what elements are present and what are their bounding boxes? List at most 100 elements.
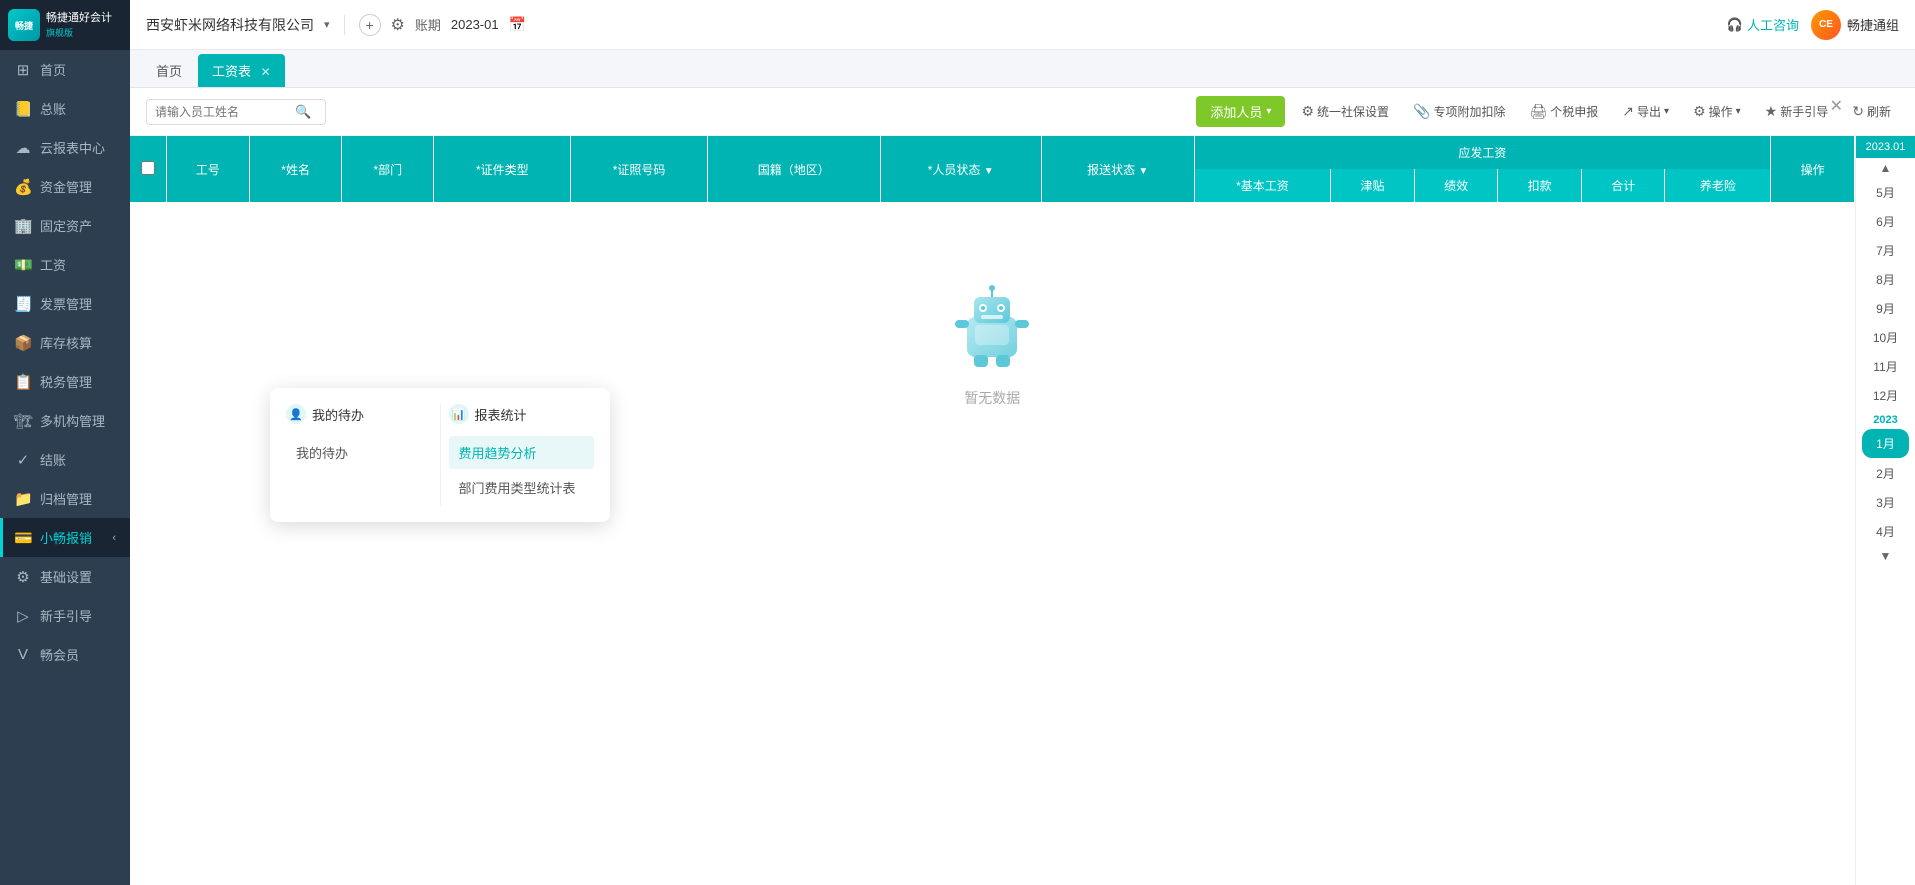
sidebar-label-guide: 新手引导 <box>40 606 92 625</box>
checkout-icon: ✓ <box>14 451 32 469</box>
personal-tax-btn[interactable]: 🖨 个税申报 <box>1521 98 1606 125</box>
popup-my-todo-label: 我的待办 <box>296 446 348 461</box>
timeline-year-2023: 2023 <box>1856 410 1915 428</box>
sidebar-item-guide[interactable]: ▷ 新手引导 <box>0 596 130 635</box>
sidebar-item-tax[interactable]: 📋 税务管理 <box>0 362 130 401</box>
sidebar-item-cloud-report[interactable]: ☁ 云报表中心 <box>0 128 130 167</box>
special-deduction-btn[interactable]: 📎 专项附加扣除 <box>1405 98 1513 125</box>
filter-icon-hr[interactable]: ▼ <box>984 166 994 177</box>
timeline-header: 2023.01 <box>1856 136 1915 158</box>
archive-icon: 📁 <box>14 490 32 508</box>
page-area: 🔍 添加人员 ▾ ⚙ 统一社保设置 📎 专项附加扣除 🖨 个税申报 <box>130 88 1915 885</box>
period-value: 2023-01 <box>451 17 499 32</box>
popup-col-todo: 👤 我的待办 我的待办 <box>286 404 432 506</box>
refresh-btn[interactable]: ↻ 刷新 <box>1844 98 1899 125</box>
headset-icon: 🎧 <box>1727 17 1743 33</box>
timeline-month-1-current[interactable]: 1月 <box>1862 429 1909 458</box>
logo-icon: 畅捷 <box>8 9 40 41</box>
calendar-icon[interactable]: 📅 <box>509 16 526 33</box>
tab-close-icon[interactable]: ✕ <box>261 65 271 79</box>
popup-item-expense-trend[interactable]: 费用趋势分析 <box>449 436 595 469</box>
add-btn-chevron: ▾ <box>1266 106 1271 117</box>
settings-gear-icon[interactable]: ⚙ <box>391 15 405 35</box>
search-box[interactable]: 🔍 <box>146 99 326 125</box>
th-checkbox[interactable] <box>130 136 166 202</box>
social-insurance-btn[interactable]: ⚙ 统一社保设置 <box>1293 98 1397 125</box>
ledger-icon: 📒 <box>14 100 32 118</box>
popup-header-report: 📊 报表统计 <box>449 404 595 424</box>
popup-expense-trend-label: 费用趋势分析 <box>459 446 537 461</box>
company-dropdown-icon[interactable]: ▾ <box>324 18 330 31</box>
company-name[interactable]: 西安虾米网络科技有限公司 <box>146 15 314 35</box>
tab-salary-table[interactable]: 工资表 ✕ <box>198 54 285 87</box>
timeline-month-11[interactable]: 11月 <box>1856 352 1915 381</box>
sidebar-item-assets[interactable]: 🏢 固定资产 <box>0 206 130 245</box>
sidebar-label-checkout: 结账 <box>40 450 66 469</box>
timeline-month-5[interactable]: 5月 <box>1856 178 1915 207</box>
new-guide-btn[interactable]: ★ 新手引导 <box>1757 98 1837 125</box>
sidebar-label-archive: 归档管理 <box>40 489 92 508</box>
timeline-month-9[interactable]: 9月 <box>1856 294 1915 323</box>
th-total: 合计 <box>1581 169 1665 202</box>
popup-divider <box>440 404 441 506</box>
operate-btn[interactable]: ⚙ 操作 ▾ <box>1685 98 1749 125</box>
main-content: 西安虾米网络科技有限公司 ▾ + ⚙ 账期 2023-01 📅 🎧 人工咨询 C… <box>130 0 1915 885</box>
refresh-label: 刷新 <box>1867 103 1891 120</box>
page-close-btn[interactable]: ✕ <box>1830 96 1843 116</box>
sidebar-item-ledger[interactable]: 📒 总账 <box>0 89 130 128</box>
tabbar: 首页 工资表 ✕ <box>130 50 1915 88</box>
sidebar-item-invoice[interactable]: 🧾 发票管理 <box>0 284 130 323</box>
sidebar-item-settings[interactable]: ⚙ 基础设置 <box>0 557 130 596</box>
th-salary-group: 应发工资 <box>1194 136 1771 169</box>
search-input[interactable] <box>155 105 295 119</box>
sidebar-item-expense[interactable]: 💳 小畅报销 ‹ <box>0 518 130 557</box>
sidebar-item-home[interactable]: ⊞ 首页 <box>0 50 130 89</box>
sidebar-label-salary: 工资 <box>40 255 66 274</box>
service-btn[interactable]: 🎧 人工咨询 <box>1727 15 1799 34</box>
sidebar-item-checkout[interactable]: ✓ 结账 <box>0 440 130 479</box>
toolbar: 🔍 添加人员 ▾ ⚙ 统一社保设置 📎 专项附加扣除 🖨 个税申报 <box>130 88 1915 136</box>
timeline-month-6[interactable]: 6月 <box>1856 207 1915 236</box>
social-insurance-label: 统一社保设置 <box>1317 103 1389 120</box>
timeline-month-4[interactable]: 4月 <box>1856 517 1915 546</box>
timeline-month-8[interactable]: 8月 <box>1856 265 1915 294</box>
divider <box>344 15 345 35</box>
export-btn[interactable]: ↗ 导出 ▾ <box>1614 98 1677 125</box>
user-menu[interactable]: CE 畅捷通组 <box>1811 10 1899 40</box>
add-person-btn[interactable]: 添加人员 ▾ <box>1196 96 1285 127</box>
select-all-checkbox[interactable] <box>141 161 155 175</box>
popup-section: 👤 我的待办 我的待办 📊 报表统计 费用趋势分析 <box>270 388 610 522</box>
tab-home-label: 首页 <box>156 64 182 79</box>
sidebar-item-fund[interactable]: 💰 资金管理 <box>0 167 130 206</box>
sidebar-label-tax: 税务管理 <box>40 372 92 391</box>
popup-item-my-todo[interactable]: 我的待办 <box>286 436 432 469</box>
sidebar-label-membership: 畅会员 <box>40 645 79 664</box>
fund-icon: 💰 <box>14 178 32 196</box>
timeline-month-10[interactable]: 10月 <box>1856 323 1915 352</box>
topbar-right: 🎧 人工咨询 CE 畅捷通组 <box>1727 10 1899 40</box>
tab-home[interactable]: 首页 <box>142 54 196 87</box>
timeline-month-7[interactable]: 7月 <box>1856 236 1915 265</box>
timeline-up-nav[interactable]: ▲ <box>1856 158 1915 178</box>
sidebar-item-membership[interactable]: V 畅会员 <box>0 635 130 674</box>
sidebar-item-multi-org[interactable]: 🏗 多机构管理 <box>0 401 130 440</box>
timeline-down-nav[interactable]: ▼ <box>1856 546 1915 566</box>
timeline-month-3[interactable]: 3月 <box>1856 488 1915 517</box>
add-period-btn[interactable]: + <box>359 14 381 36</box>
expense-icon: 💳 <box>14 529 32 547</box>
timeline-month-2[interactable]: 2月 <box>1856 459 1915 488</box>
sidebar-label-expense: 小畅报销 <box>40 528 92 547</box>
sidebar-item-archive[interactable]: 📁 归档管理 <box>0 479 130 518</box>
th-basic-salary: *基本工资 <box>1194 169 1331 202</box>
export-icon: ↗ <box>1622 103 1634 120</box>
assets-icon: 🏢 <box>14 217 32 235</box>
timeline-month-12[interactable]: 12月 <box>1856 381 1915 410</box>
sidebar-item-inventory[interactable]: 📦 库存核算 <box>0 323 130 362</box>
popup-header-todo: 👤 我的待办 <box>286 404 432 424</box>
sidebar-label-inventory: 库存核算 <box>40 333 92 352</box>
popup-item-dept-expense[interactable]: 部门费用类型统计表 <box>449 471 595 504</box>
th-deduction: 扣款 <box>1498 169 1582 202</box>
multi-org-icon: 🏗 <box>14 412 32 430</box>
sidebar-item-salary[interactable]: 💵 工资 <box>0 245 130 284</box>
filter-icon-report[interactable]: ▼ <box>1138 166 1148 177</box>
